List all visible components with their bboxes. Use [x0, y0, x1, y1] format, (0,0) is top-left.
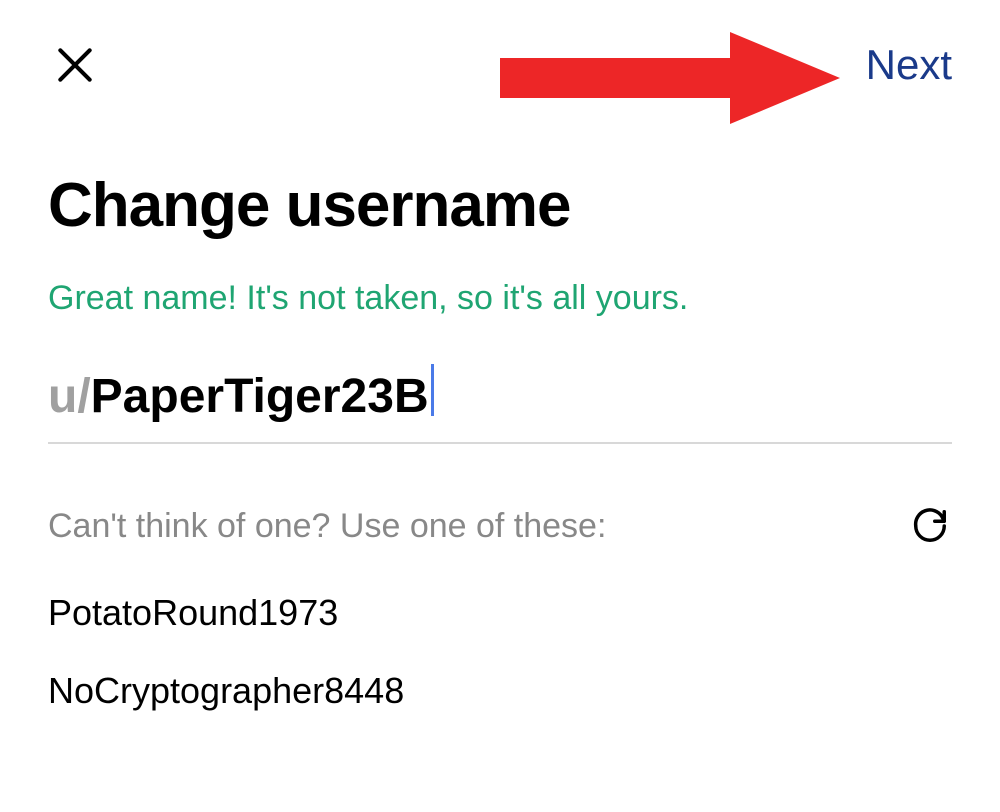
refresh-icon [911, 507, 949, 545]
close-button[interactable] [50, 40, 100, 90]
main-content: Change username Great name! It's not tak… [0, 110, 1000, 712]
refresh-suggestions-button[interactable] [908, 504, 952, 548]
text-cursor [431, 364, 434, 416]
suggestion-item[interactable]: NoCryptographer8448 [48, 670, 952, 712]
suggestions-header: Can't think of one? Use one of these: [48, 504, 952, 548]
next-button[interactable]: Next [866, 41, 960, 89]
suggestion-item[interactable]: PotatoRound1973 [48, 592, 952, 634]
close-icon [53, 43, 97, 87]
page-title: Change username [48, 170, 952, 241]
header: Next [0, 0, 1000, 110]
status-message: Great name! It's not taken, so it's all … [48, 279, 952, 318]
username-input-container[interactable]: u/ PaperTiger23B [48, 360, 952, 444]
username-input[interactable]: PaperTiger23B [91, 369, 429, 424]
suggestions-label: Can't think of one? Use one of these: [48, 507, 606, 546]
username-prefix: u/ [48, 369, 91, 424]
